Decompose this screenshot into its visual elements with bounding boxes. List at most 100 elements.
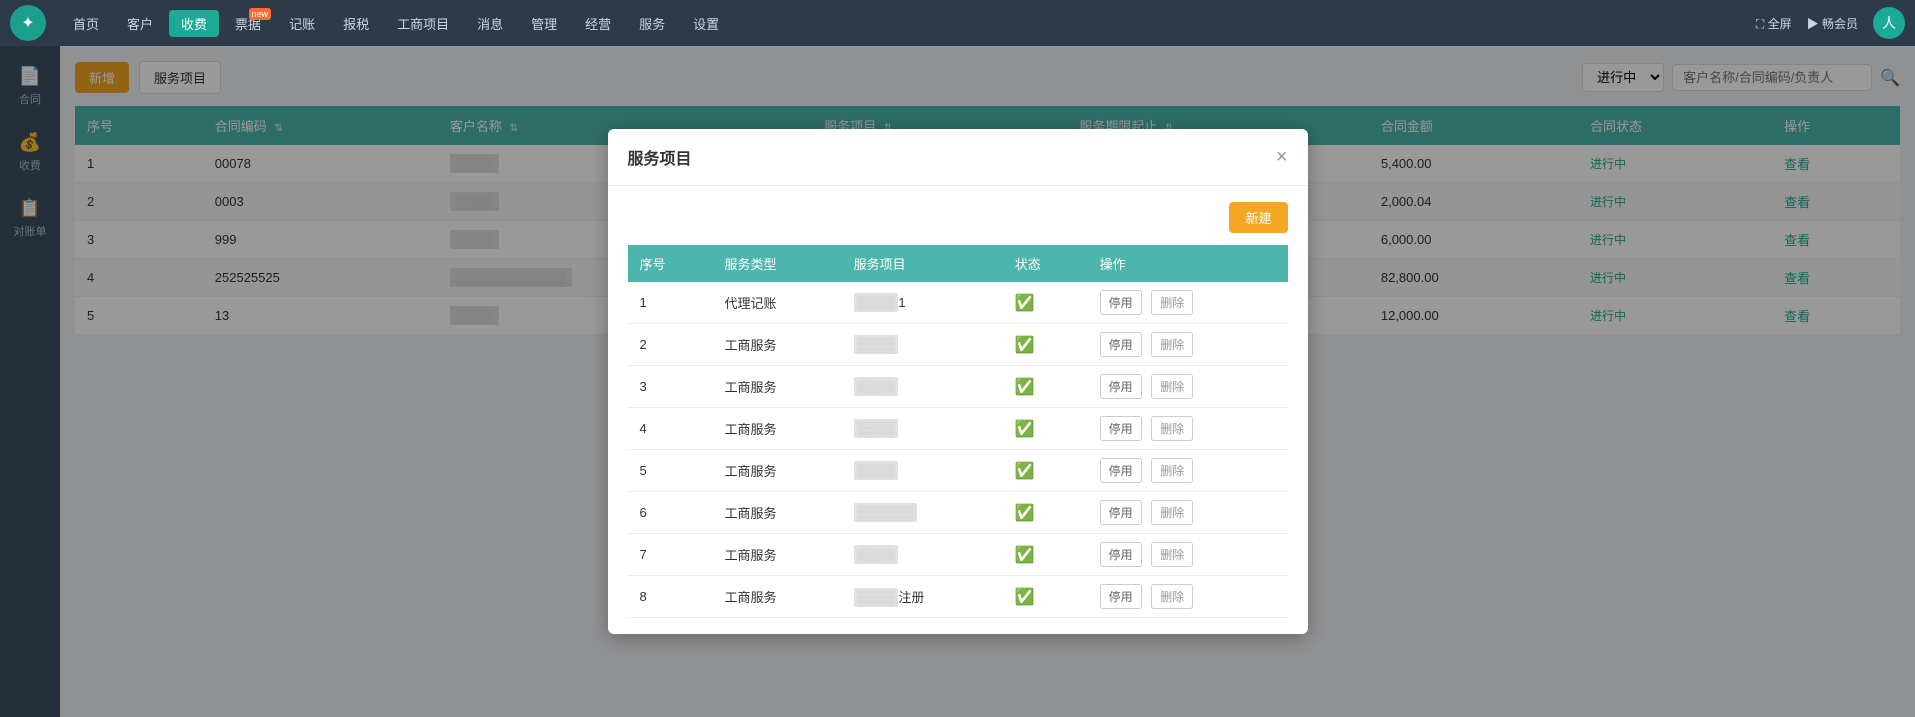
stop-button[interactable]: 停用 bbox=[1100, 290, 1142, 315]
status-check-icon: ✅ bbox=[1015, 547, 1035, 564]
nav-item-home[interactable]: 首页 bbox=[61, 10, 111, 37]
status-check-icon: ✅ bbox=[1015, 379, 1035, 396]
modal-body: 新建 序号 服务类型 服务项目 状态 操作 bbox=[608, 186, 1308, 634]
modal-cell-seq: 6 bbox=[628, 492, 713, 534]
modal-close-button[interactable]: × bbox=[1276, 147, 1288, 167]
nav-item-tax[interactable]: 报税 bbox=[331, 10, 381, 37]
delete-button[interactable]: 删除 bbox=[1151, 290, 1193, 315]
modal-cell-item: ▒▒▒▒1 bbox=[842, 282, 1003, 324]
modal-cell-type: 工商服务 bbox=[712, 492, 841, 534]
stop-button[interactable]: 停用 bbox=[1100, 542, 1142, 567]
delete-button[interactable]: 删除 bbox=[1151, 332, 1193, 357]
nav-item-settings[interactable]: 设置 bbox=[681, 10, 731, 37]
delete-button[interactable]: 删除 bbox=[1151, 584, 1193, 609]
modal-cell-item: ▒▒▒▒▒▒ bbox=[842, 492, 1003, 534]
modal-cell-status: ✅ bbox=[1003, 534, 1088, 576]
nav-item-operation[interactable]: 经营 bbox=[573, 10, 623, 37]
modal-cell-item: ▒▒▒▒注册 bbox=[842, 576, 1003, 618]
logo: ✦ bbox=[10, 5, 46, 41]
modal-table-row: 1 代理记账 ▒▒▒▒1 ✅ 停用 删除 bbox=[628, 282, 1288, 324]
modal-cell-ops: 停用 删除 bbox=[1088, 408, 1288, 450]
avatar[interactable]: 人 bbox=[1873, 7, 1905, 39]
modal-cell-ops: 停用 删除 bbox=[1088, 576, 1288, 618]
nav-items: 首页 客户 收费 票据 new 记账 报税 工商项目 消息 管理 经营 服务 设… bbox=[61, 10, 1756, 37]
modal-cell-seq: 8 bbox=[628, 576, 713, 618]
modal-cell-status: ✅ bbox=[1003, 366, 1088, 408]
status-check-icon: ✅ bbox=[1015, 421, 1035, 438]
modal-cell-type: 工商服务 bbox=[712, 366, 841, 408]
status-check-icon: ✅ bbox=[1015, 589, 1035, 606]
nav-item-accounting[interactable]: 记账 bbox=[277, 10, 327, 37]
modal-cell-ops: 停用 删除 bbox=[1088, 492, 1288, 534]
stop-button[interactable]: 停用 bbox=[1100, 374, 1142, 399]
modal-table-row: 5 工商服务 ▒▒▒▒ ✅ 停用 删除 bbox=[628, 450, 1288, 492]
modal-col-ops: 操作 bbox=[1088, 245, 1288, 282]
nav-item-message[interactable]: 消息 bbox=[465, 10, 515, 37]
modal-title: 服务项目 bbox=[628, 145, 692, 169]
main-layout: 📄 合同 💰 收费 📋 对账单 新增 服务项目 进行中 已完成 已终止 � bbox=[0, 46, 1915, 717]
fullscreen-btn[interactable]: ⛶ 全屏 bbox=[1756, 15, 1792, 32]
modal-overlay[interactable]: 服务项目 × 新建 序号 服务类型 服务项目 bbox=[60, 46, 1915, 717]
status-check-icon: ✅ bbox=[1015, 295, 1035, 312]
modal-cell-item: ▒▒▒▒ bbox=[842, 534, 1003, 576]
member-btn[interactable]: ▶ 畅会员 bbox=[1807, 15, 1858, 32]
modal-cell-type: 工商服务 bbox=[712, 576, 841, 618]
nav-item-manage[interactable]: 管理 bbox=[519, 10, 569, 37]
delete-button[interactable]: 删除 bbox=[1151, 416, 1193, 441]
modal-header: 服务项目 × bbox=[608, 129, 1308, 186]
modal-col-type: 服务类型 bbox=[712, 245, 841, 282]
modal-col-status: 状态 bbox=[1003, 245, 1088, 282]
modal-table-row: 8 工商服务 ▒▒▒▒注册 ✅ 停用 删除 bbox=[628, 576, 1288, 618]
delete-button[interactable]: 删除 bbox=[1151, 458, 1193, 483]
nav-right: ⛶ 全屏 ▶ 畅会员 人 bbox=[1756, 7, 1905, 39]
nav-item-invoice[interactable]: 票据 new bbox=[223, 10, 273, 37]
modal-cell-seq: 5 bbox=[628, 450, 713, 492]
nav-item-service[interactable]: 服务 bbox=[627, 10, 677, 37]
nav-item-fees[interactable]: 收费 bbox=[169, 10, 219, 37]
modal-table-row: 7 工商服务 ▒▒▒▒ ✅ 停用 删除 bbox=[628, 534, 1288, 576]
stop-button[interactable]: 停用 bbox=[1100, 332, 1142, 357]
modal-cell-type: 工商服务 bbox=[712, 324, 841, 366]
stop-button[interactable]: 停用 bbox=[1100, 500, 1142, 525]
modal-toolbar: 新建 bbox=[628, 202, 1288, 233]
modal-cell-seq: 4 bbox=[628, 408, 713, 450]
content-area: 新增 服务项目 进行中 已完成 已终止 🔍 序号 合同编码 ⇅ 客户名称 ⇅ 服… bbox=[60, 46, 1915, 717]
modal-cell-ops: 停用 删除 bbox=[1088, 282, 1288, 324]
modal-cell-type: 工商服务 bbox=[712, 534, 841, 576]
modal-cell-status: ✅ bbox=[1003, 576, 1088, 618]
modal-new-button[interactable]: 新建 bbox=[1229, 202, 1287, 233]
nav-item-customer[interactable]: 客户 bbox=[115, 10, 165, 37]
modal-cell-type: 代理记账 bbox=[712, 282, 841, 324]
modal-table-row: 3 工商服务 ▒▒▒▒ ✅ 停用 删除 bbox=[628, 366, 1288, 408]
modal-cell-seq: 7 bbox=[628, 534, 713, 576]
delete-button[interactable]: 删除 bbox=[1151, 500, 1193, 525]
stop-button[interactable]: 停用 bbox=[1100, 416, 1142, 441]
modal-cell-item: ▒▒▒▒ bbox=[842, 324, 1003, 366]
modal-scroll[interactable]: 序号 服务类型 服务项目 状态 操作 1 代理记账 ▒▒▒▒1 ✅ 停用 bbox=[628, 245, 1288, 618]
modal-table-row: 6 工商服务 ▒▒▒▒▒▒ ✅ 停用 删除 bbox=[628, 492, 1288, 534]
modal-cell-seq: 1 bbox=[628, 282, 713, 324]
modal-cell-ops: 停用 删除 bbox=[1088, 366, 1288, 408]
stop-button[interactable]: 停用 bbox=[1100, 584, 1142, 609]
modal-cell-ops: 停用 删除 bbox=[1088, 324, 1288, 366]
modal-cell-type: 工商服务 bbox=[712, 408, 841, 450]
modal-table-row: 4 工商服务 ▒▒▒▒ ✅ 停用 删除 bbox=[628, 408, 1288, 450]
status-check-icon: ✅ bbox=[1015, 505, 1035, 522]
stop-button[interactable]: 停用 bbox=[1100, 458, 1142, 483]
top-nav: ✦ 首页 客户 收费 票据 new 记账 报税 工商项目 消息 管理 经营 服务… bbox=[0, 0, 1915, 46]
delete-button[interactable]: 删除 bbox=[1151, 374, 1193, 399]
modal-cell-item: ▒▒▒▒ bbox=[842, 450, 1003, 492]
service-items-modal: 服务项目 × 新建 序号 服务类型 服务项目 bbox=[608, 129, 1308, 634]
status-check-icon: ✅ bbox=[1015, 337, 1035, 354]
status-check-icon: ✅ bbox=[1015, 463, 1035, 480]
new-badge: new bbox=[249, 8, 272, 20]
modal-cell-item: ▒▒▒▒ bbox=[842, 366, 1003, 408]
modal-table-row: 2 工商服务 ▒▒▒▒ ✅ 停用 删除 bbox=[628, 324, 1288, 366]
modal-cell-seq: 2 bbox=[628, 324, 713, 366]
modal-col-item: 服务项目 bbox=[842, 245, 1003, 282]
delete-button[interactable]: 删除 bbox=[1151, 542, 1193, 567]
nav-item-commerce[interactable]: 工商项目 bbox=[385, 10, 461, 37]
modal-cell-status: ✅ bbox=[1003, 282, 1088, 324]
modal-cell-item: ▒▒▒▒ bbox=[842, 408, 1003, 450]
modal-cell-ops: 停用 删除 bbox=[1088, 450, 1288, 492]
